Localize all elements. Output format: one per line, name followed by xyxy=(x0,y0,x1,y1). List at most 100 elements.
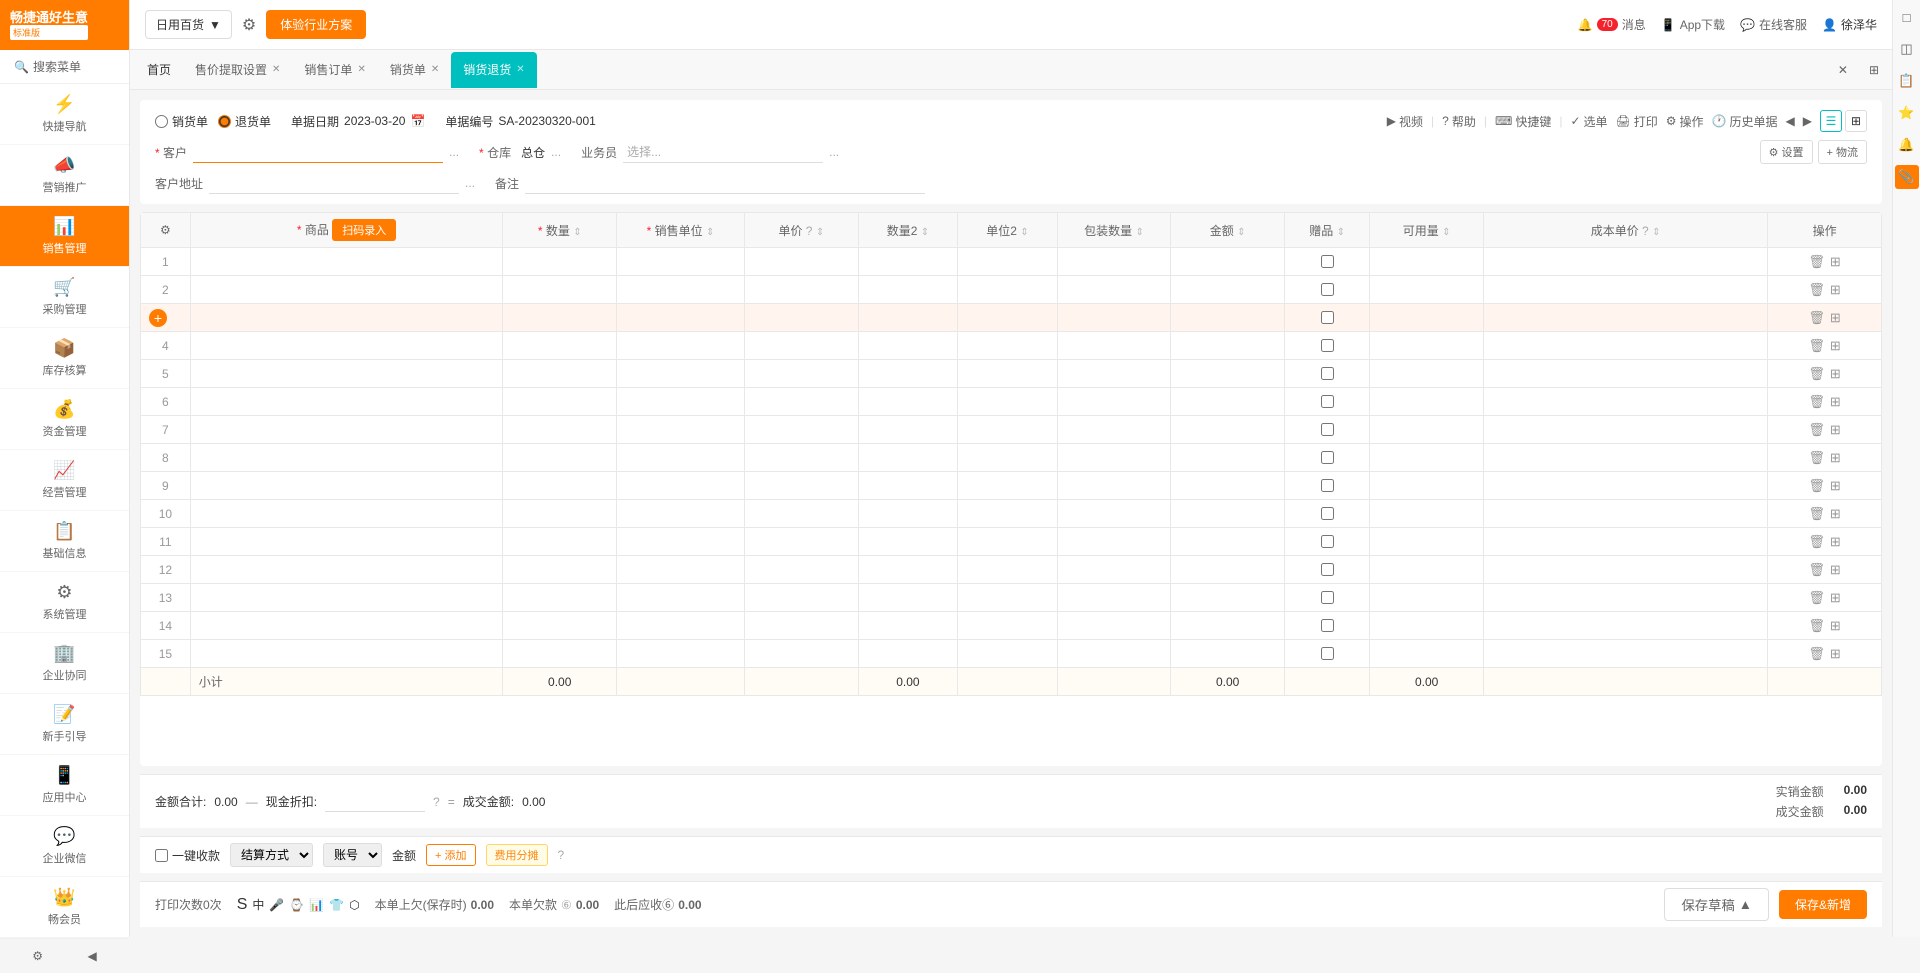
amount-cell-7[interactable] xyxy=(1171,416,1285,444)
print-btn[interactable]: 🖨 打印 xyxy=(1616,113,1658,130)
cost-price-cell-9[interactable] xyxy=(1483,472,1767,500)
delete-row-btn-5[interactable]: 🗑 xyxy=(1808,366,1825,382)
gift-checkbox-9[interactable] xyxy=(1321,479,1334,492)
collapse-icon[interactable]: ◀ xyxy=(88,949,97,963)
cost-price-cell-8[interactable] xyxy=(1483,444,1767,472)
unit-cell-11[interactable] xyxy=(617,528,745,556)
copy-row-btn-15[interactable]: ⊞ xyxy=(1830,646,1841,662)
delete-row-btn-4[interactable]: 🗑 xyxy=(1808,338,1825,354)
pkg-qty-cell-12[interactable] xyxy=(1057,556,1171,584)
goods-cell-3[interactable] xyxy=(190,304,503,332)
cost-price-cell-7[interactable] xyxy=(1483,416,1767,444)
shortcut-btn[interactable]: ⌨ 快捷键 xyxy=(1495,113,1551,130)
sidebar-item-purchase[interactable]: 🛒 采购管理 xyxy=(0,267,129,328)
gift-checkbox-6[interactable] xyxy=(1321,395,1334,408)
qty-cell-9[interactable] xyxy=(503,472,617,500)
right-panel-icon-3[interactable]: 📋 xyxy=(1895,69,1919,93)
gift-cell-6[interactable] xyxy=(1285,388,1370,416)
unit2-cell-14[interactable] xyxy=(958,612,1057,640)
price-cell-12[interactable] xyxy=(744,556,858,584)
sidebar-item-member[interactable]: 👑 畅会员 xyxy=(0,877,129,938)
unit-cell-10[interactable] xyxy=(617,500,745,528)
available-cell-13[interactable] xyxy=(1370,584,1484,612)
gift-checkbox-7[interactable] xyxy=(1321,423,1334,436)
delete-row-btn-9[interactable]: 🗑 xyxy=(1808,478,1825,494)
sidebar-item-inventory[interactable]: 📦 库存核算 xyxy=(0,328,129,389)
goods-cell-6[interactable] xyxy=(190,388,503,416)
sidebar-item-operations[interactable]: 📈 经营管理 xyxy=(0,450,129,511)
amount-cell-3[interactable] xyxy=(1171,304,1285,332)
qty2-cell-9[interactable] xyxy=(858,472,957,500)
status-icon-6[interactable]: 👕 xyxy=(329,898,344,912)
qty2-cell-11[interactable] xyxy=(858,528,957,556)
qty2-cell-13[interactable] xyxy=(858,584,957,612)
logistics-btn[interactable]: + 物流 xyxy=(1818,140,1867,164)
qty2-cell-7[interactable] xyxy=(858,416,957,444)
expense-btn[interactable]: 费用分摊 xyxy=(486,844,548,866)
qty-cell-13[interactable] xyxy=(503,584,617,612)
unit-cell-13[interactable] xyxy=(617,584,745,612)
unit-cell-1[interactable] xyxy=(617,248,745,276)
available-cell-5[interactable] xyxy=(1370,360,1484,388)
unit2-cell-8[interactable] xyxy=(958,444,1057,472)
goods-cell-5[interactable] xyxy=(190,360,503,388)
sidebar-item-finance[interactable]: 💰 资金管理 xyxy=(0,389,129,450)
goods-cell-14[interactable] xyxy=(190,612,503,640)
right-panel-icon-1[interactable]: □ xyxy=(1895,5,1919,29)
pkg-qty-cell-14[interactable] xyxy=(1057,612,1171,640)
gift-cell-12[interactable] xyxy=(1285,556,1370,584)
goods-cell-8[interactable] xyxy=(190,444,503,472)
add-row-btn[interactable]: + xyxy=(149,309,167,327)
copy-row-btn-6[interactable]: ⊞ xyxy=(1830,394,1841,410)
qty2-cell-2[interactable] xyxy=(858,276,957,304)
pkg-qty-cell-9[interactable] xyxy=(1057,472,1171,500)
copy-row-btn-4[interactable]: ⊞ xyxy=(1830,338,1841,354)
unit2-cell-11[interactable] xyxy=(958,528,1057,556)
gift-checkbox-14[interactable] xyxy=(1321,619,1334,632)
tab-sales-order[interactable]: 销售订单 ✕ xyxy=(292,52,377,88)
amount-cell-6[interactable] xyxy=(1171,388,1285,416)
copy-row-btn-9[interactable]: ⊞ xyxy=(1830,478,1841,494)
help-btn[interactable]: ? 帮助 xyxy=(1442,113,1476,130)
delete-row-btn-7[interactable]: 🗑 xyxy=(1808,422,1825,438)
available-cell-14[interactable] xyxy=(1370,612,1484,640)
help-icon-summary[interactable]: ? xyxy=(433,795,440,809)
goods-cell-9[interactable] xyxy=(190,472,503,500)
goods-cell-15[interactable] xyxy=(190,640,503,668)
amount-cell-10[interactable] xyxy=(1171,500,1285,528)
available-cell-11[interactable] xyxy=(1370,528,1484,556)
amount-cell-14[interactable] xyxy=(1171,612,1285,640)
gift-cell-15[interactable] xyxy=(1285,640,1370,668)
tab-collapse-icon[interactable]: ✕ xyxy=(1830,63,1856,77)
cost-price-cell-3[interactable] xyxy=(1483,304,1767,332)
address-dots[interactable]: ... xyxy=(465,176,475,190)
pkg-qty-cell-1[interactable] xyxy=(1057,248,1171,276)
price-cell-13[interactable] xyxy=(744,584,858,612)
qty2-cell-6[interactable] xyxy=(858,388,957,416)
gift-checkbox-15[interactable] xyxy=(1321,647,1334,660)
cost-price-cell-5[interactable] xyxy=(1483,360,1767,388)
unit2-cell-10[interactable] xyxy=(958,500,1057,528)
qty-cell-14[interactable] xyxy=(503,612,617,640)
available-cell-15[interactable] xyxy=(1370,640,1484,668)
pkg-qty-cell-15[interactable] xyxy=(1057,640,1171,668)
amount-cell-2[interactable] xyxy=(1171,276,1285,304)
gift-checkbox-10[interactable] xyxy=(1321,507,1334,520)
unit2-cell-4[interactable] xyxy=(958,332,1057,360)
sidebar-item-newbie[interactable]: 📝 新手引导 xyxy=(0,694,129,755)
goods-cell-12[interactable] xyxy=(190,556,503,584)
goods-cell-1[interactable] xyxy=(190,248,503,276)
one-click-checkbox[interactable] xyxy=(155,849,168,862)
price-cell-8[interactable] xyxy=(744,444,858,472)
gift-cell-10[interactable] xyxy=(1285,500,1370,528)
unit2-cell-2[interactable] xyxy=(958,276,1057,304)
delete-row-btn-10[interactable]: 🗑 xyxy=(1808,506,1825,522)
gift-cell-3[interactable] xyxy=(1285,304,1370,332)
grid-view-btn[interactable]: ⊞ xyxy=(1845,110,1867,132)
list-view-btn[interactable]: ☰ xyxy=(1820,110,1842,132)
gift-checkbox-11[interactable] xyxy=(1321,535,1334,548)
delete-row-btn-8[interactable]: 🗑 xyxy=(1808,450,1825,466)
right-panel-icon-2[interactable]: ◫ xyxy=(1895,37,1919,61)
col-settings[interactable]: ⚙ xyxy=(141,213,191,248)
gift-cell-7[interactable] xyxy=(1285,416,1370,444)
